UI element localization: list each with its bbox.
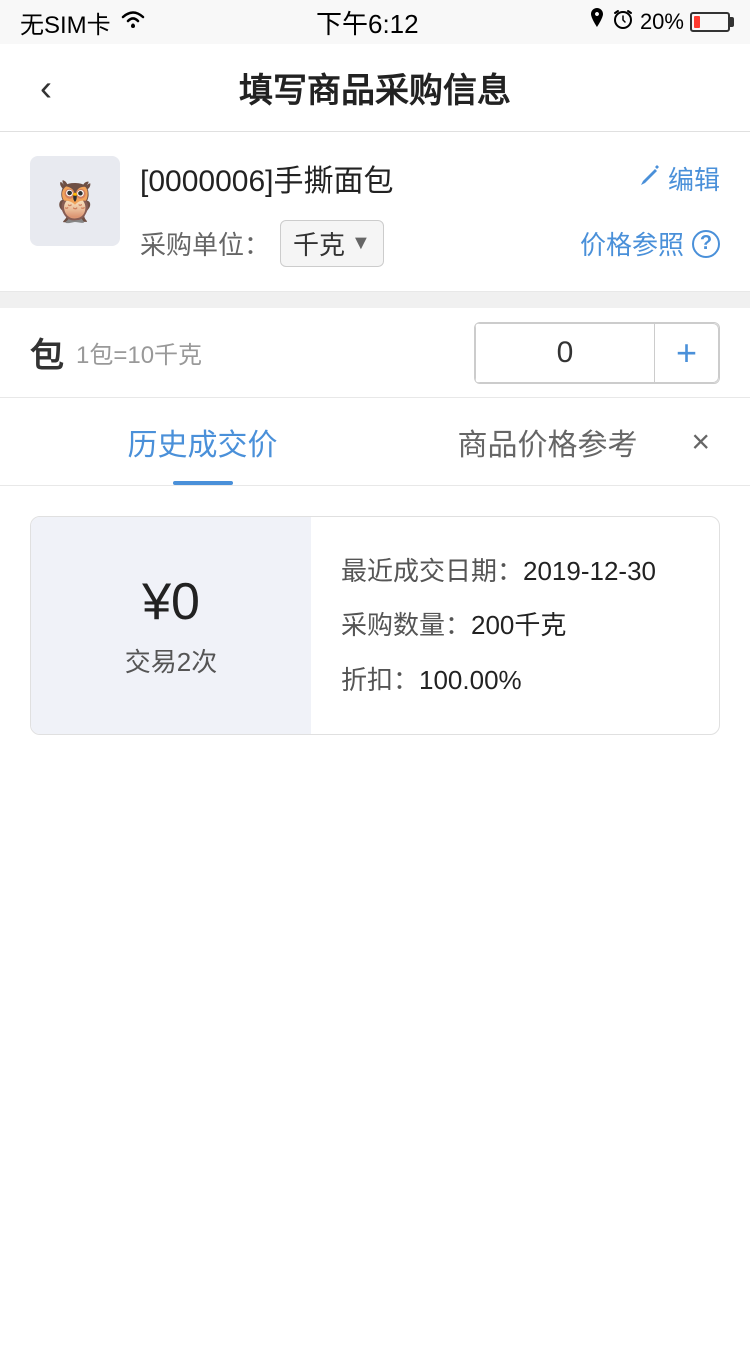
product-name: [0000006]手撕面包 bbox=[140, 156, 393, 200]
quantity-input[interactable] bbox=[475, 323, 655, 383]
wifi-icon bbox=[119, 8, 147, 36]
panel-close-button[interactable]: × bbox=[681, 413, 720, 470]
quantity-unit-big: 包 bbox=[30, 328, 64, 377]
discount-row: 折扣：100.00% bbox=[341, 662, 689, 698]
unit-label: 采购单位： 千克 ▼ bbox=[140, 220, 384, 267]
tab-product-price-ref-label: 商品价格参考 bbox=[458, 420, 638, 464]
edit-icon bbox=[640, 164, 662, 193]
back-button[interactable]: ‹ bbox=[30, 57, 62, 119]
recent-date-value: 2019-12-30 bbox=[523, 556, 656, 586]
product-unit-row: 采购单位： 千克 ▼ 价格参照 ? bbox=[140, 220, 720, 267]
status-time: 下午6:12 bbox=[316, 4, 419, 41]
quantity-row: 包 1包=10千克 + bbox=[0, 308, 750, 398]
sim-text: 无SIM卡 bbox=[20, 5, 111, 40]
product-info: [0000006]手撕面包 编辑 采购单位： 千克 ▼ bbox=[140, 156, 720, 267]
price-panel: 历史成交价 商品价格参考 × ¥0 交易2次 最近成交日期：2019-12-30… bbox=[0, 398, 750, 765]
help-icon: ? bbox=[692, 230, 720, 258]
product-card: 🦉 [0000006]手撕面包 编辑 采购单位： bbox=[0, 132, 750, 292]
battery-percent: 20% bbox=[640, 9, 684, 35]
recent-date-row: 最近成交日期：2019-12-30 bbox=[341, 553, 689, 589]
history-detail-section: 最近成交日期：2019-12-30 采购数量：200千克 折扣：100.00% bbox=[311, 517, 719, 734]
history-trade-count: 交易2次 bbox=[125, 642, 217, 679]
history-content: ¥0 交易2次 最近成交日期：2019-12-30 采购数量：200千克 折扣：… bbox=[0, 486, 750, 765]
unit-label-text: 采购单位： bbox=[140, 225, 270, 262]
history-price-value: ¥0 bbox=[142, 572, 200, 632]
discount-label: 折扣： bbox=[341, 665, 419, 695]
location-icon bbox=[588, 8, 606, 36]
history-price-section: ¥0 交易2次 bbox=[31, 517, 311, 734]
unit-select-dropdown[interactable]: 千克 ▼ bbox=[280, 220, 384, 267]
edit-label: 编辑 bbox=[668, 160, 720, 197]
quantity-plus-button[interactable]: + bbox=[655, 323, 719, 383]
status-left: 无SIM卡 bbox=[20, 5, 147, 40]
section-divider bbox=[0, 292, 750, 308]
product-title: 手撕面包 bbox=[273, 165, 393, 198]
status-right: 20% bbox=[588, 8, 730, 36]
quantity-label: 包 1包=10千克 bbox=[30, 328, 202, 377]
quantity-detail-value: 200千克 bbox=[471, 610, 566, 640]
currency-symbol: ¥ bbox=[142, 573, 171, 631]
quantity-unit-small: 1包=10千克 bbox=[76, 335, 202, 370]
status-bar: 无SIM卡 下午6:12 20% bbox=[0, 0, 750, 44]
product-title-row: [0000006]手撕面包 编辑 bbox=[140, 156, 720, 200]
edit-button[interactable]: 编辑 bbox=[640, 160, 720, 197]
discount-value: 100.00% bbox=[419, 665, 522, 695]
recent-date-label: 最近成交日期： bbox=[341, 556, 523, 586]
history-card: ¥0 交易2次 最近成交日期：2019-12-30 采购数量：200千克 折扣：… bbox=[30, 516, 720, 735]
alarm-icon bbox=[612, 8, 634, 36]
nav-bar: ‹ 填写商品采购信息 bbox=[0, 44, 750, 132]
dropdown-arrow-icon: ▼ bbox=[351, 232, 371, 255]
page-title: 填写商品采购信息 bbox=[239, 63, 511, 112]
tab-history-price-label: 历史成交价 bbox=[128, 420, 278, 464]
panel-tabs: 历史成交价 商品价格参考 × bbox=[0, 398, 750, 486]
quantity-input-wrapper: + bbox=[474, 322, 720, 384]
quantity-detail-label: 采购数量： bbox=[341, 610, 471, 640]
product-image: 🦉 bbox=[30, 156, 120, 246]
price-ref-button[interactable]: 价格参照 ? bbox=[580, 225, 720, 262]
quantity-row-detail: 采购数量：200千克 bbox=[341, 607, 689, 643]
unit-value: 千克 bbox=[293, 225, 345, 262]
price-ref-label: 价格参照 bbox=[580, 225, 684, 262]
product-logo-icon: 🦉 bbox=[50, 178, 100, 225]
product-id: [0000006] bbox=[140, 165, 273, 198]
tab-product-price-ref[interactable]: 商品价格参考 bbox=[375, 398, 720, 485]
product-header: 🦉 [0000006]手撕面包 编辑 采购单位： bbox=[30, 156, 720, 267]
page-rest bbox=[0, 765, 750, 1365]
battery-icon bbox=[690, 12, 730, 32]
tab-history-price[interactable]: 历史成交价 bbox=[30, 398, 375, 485]
price-number: 0 bbox=[171, 573, 200, 631]
